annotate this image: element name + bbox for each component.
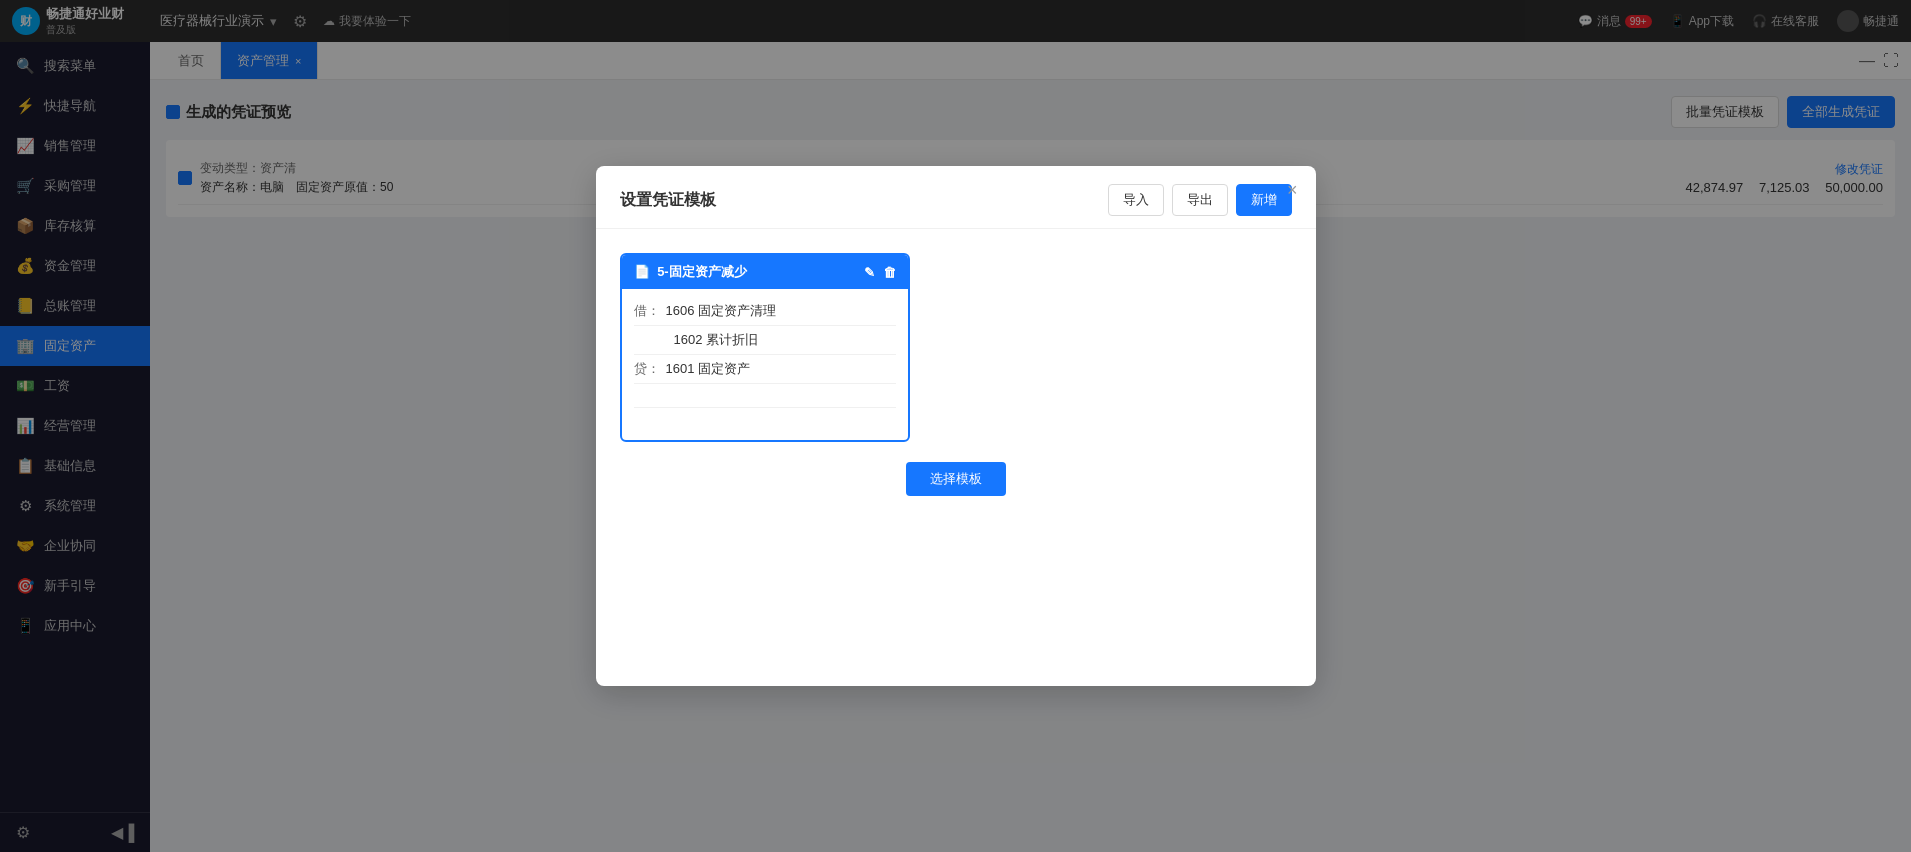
import-button[interactable]: 导入 — [1108, 184, 1164, 216]
modal-overlay[interactable]: 设置凭证模板 导入 导出 新增 × 📄 5-固定资产减少 ✎ 🗑 — [0, 0, 1911, 852]
template-card-title: 📄 5-固定资产减少 — [634, 263, 747, 281]
template-card-header: 📄 5-固定资产减少 ✎ 🗑 — [622, 255, 908, 289]
modal-close-button[interactable]: × — [1287, 180, 1298, 201]
export-button[interactable]: 导出 — [1172, 184, 1228, 216]
debit-row-2: 1602 累计折旧 — [634, 326, 896, 355]
modal-dialog: 设置凭证模板 导入 导出 新增 × 📄 5-固定资产减少 ✎ 🗑 — [596, 166, 1316, 686]
modal-header: 设置凭证模板 导入 导出 新增 × — [596, 166, 1316, 229]
template-card: 📄 5-固定资产减少 ✎ 🗑 借： 1606 固定资产清理 — [620, 253, 910, 442]
edit-icon[interactable]: ✎ — [864, 265, 875, 280]
empty-row-1 — [634, 384, 896, 408]
select-template-button[interactable]: 选择模板 — [906, 462, 1006, 496]
modal-title: 设置凭证模板 — [620, 190, 716, 211]
debit-row-1: 借： 1606 固定资产清理 — [634, 297, 896, 326]
modal-header-actions: 导入 导出 新增 — [1108, 184, 1292, 216]
delete-icon[interactable]: 🗑 — [883, 265, 896, 280]
modal-body: 📄 5-固定资产减少 ✎ 🗑 借： 1606 固定资产清理 — [596, 229, 1316, 686]
template-card-actions: ✎ 🗑 — [864, 265, 896, 280]
empty-row-2 — [634, 408, 896, 432]
document-icon: 📄 — [634, 264, 650, 279]
template-card-body: 借： 1606 固定资产清理 1602 累计折旧 — [622, 289, 908, 440]
new-template-button[interactable]: 新增 — [1236, 184, 1292, 216]
credit-row-1: 贷： 1601 固定资产 — [634, 355, 896, 384]
